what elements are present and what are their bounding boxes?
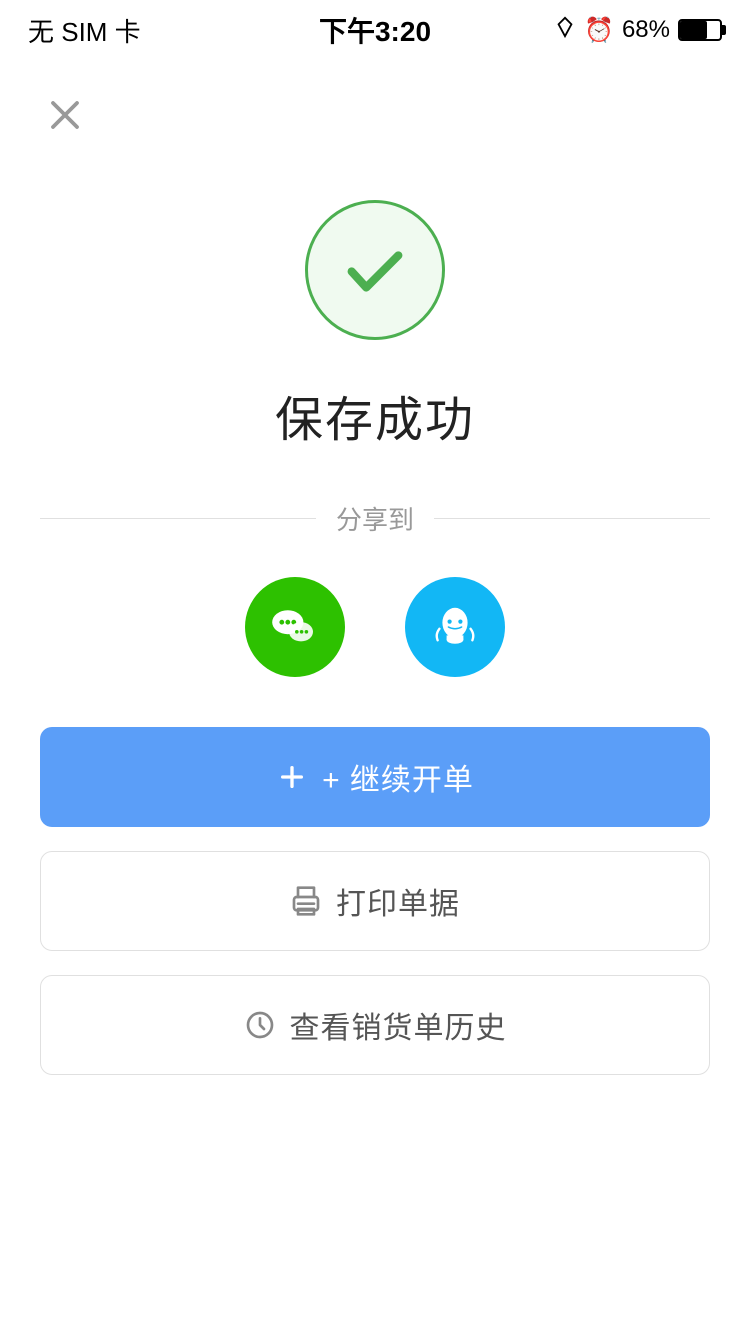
status-right: ⏰ 68% (554, 16, 722, 45)
checkmark-icon (340, 235, 410, 305)
wechat-share-button[interactable] (245, 577, 345, 677)
history-button[interactable]: 查看销货单历史 (40, 975, 710, 1075)
print-label: 打印单据 (336, 879, 460, 923)
plus-icon (276, 761, 308, 793)
share-section: 分享到 (40, 500, 710, 677)
printer-icon (290, 885, 322, 917)
divider-row: 分享到 (40, 500, 710, 537)
qq-icon (425, 597, 485, 657)
clock-icon (244, 1009, 276, 1041)
history-label: 查看销货单历史 (290, 1003, 507, 1047)
print-button[interactable]: 打印单据 (40, 851, 710, 951)
continue-button[interactable]: + 继续开单 (40, 727, 710, 827)
sim-label: 无 SIM 卡 (28, 12, 141, 49)
share-label: 分享到 (336, 500, 414, 537)
success-title: 保存成功 (275, 380, 475, 450)
close-button[interactable] (40, 90, 90, 140)
action-buttons: + 继续开单 打印单据 查看销货单历史 (40, 727, 710, 1075)
success-circle (305, 200, 445, 340)
status-bar: 无 SIM 卡 下午3:20 ⏰ 68% (0, 0, 750, 60)
battery-indicator (678, 19, 722, 41)
alarm-icon: ⏰ (584, 16, 614, 45)
continue-label: + 继续开单 (322, 755, 474, 799)
main-content: 保存成功 分享到 (0, 90, 750, 1075)
wechat-icon (265, 597, 325, 657)
qq-share-button[interactable] (405, 577, 505, 677)
success-section: 保存成功 (40, 200, 710, 450)
battery-percent: 68% (622, 16, 670, 44)
share-icons-row (40, 577, 710, 677)
status-left: 无 SIM 卡 (28, 12, 151, 49)
divider-left (40, 518, 316, 519)
divider-right (434, 518, 710, 519)
location-icon (554, 16, 576, 45)
status-time: 下午3:20 (319, 10, 431, 50)
